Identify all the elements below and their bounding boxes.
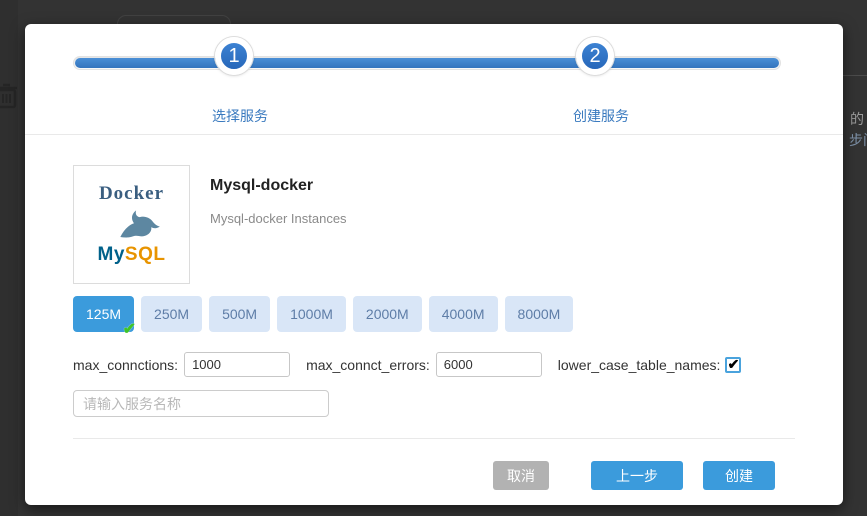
memory-option-250m[interactable]: 250M <box>141 296 203 332</box>
mysql-logo-sql: SQL <box>124 244 166 265</box>
checkbox-check-icon: ✔ <box>727 356 740 372</box>
memory-option-125m[interactable]: 125M ✔ <box>73 296 136 338</box>
service-row: Docker MySQL Mysql-docker Mysql-docker I… <box>73 165 795 284</box>
parameters-row: max_connctions: max_connct_errors: lower… <box>73 352 795 377</box>
memory-option-2000m[interactable]: 2000M <box>352 296 422 332</box>
max-connect-errors-label: max_connct_errors: <box>306 356 430 373</box>
step-wizard: 1 2 选择服务 创建服务 <box>25 24 843 134</box>
background-right-divider <box>841 75 867 76</box>
wizard-divider <box>25 134 843 135</box>
mysql-docker-logo: Docker MySQL <box>73 165 190 284</box>
background-right-text: 的 <box>850 111 864 127</box>
max-connections-label: max_connctions: <box>73 356 179 373</box>
wizard-step-1-label: 选择服务 <box>212 108 268 124</box>
service-subtitle: Mysql-docker Instances <box>210 211 347 226</box>
wizard-step-1-circle[interactable]: 1 <box>215 37 253 75</box>
background-right-link-text: 步间 <box>849 132 867 148</box>
wizard-progress-track <box>73 56 781 70</box>
max-connect-errors-input[interactable] <box>435 352 542 377</box>
lower-case-table-names-label: lower_case_table_names: <box>557 356 721 373</box>
mysql-dolphin-icon <box>116 207 162 246</box>
create-button[interactable]: 创建 <box>703 461 775 490</box>
mysql-logo-my: My <box>97 244 125 265</box>
memory-option-8000m[interactable]: 8000M <box>504 296 574 332</box>
docker-logo-text: Docker <box>98 183 165 204</box>
mysql-logo-text: MySQL <box>98 244 166 266</box>
trash-icon <box>0 83 19 114</box>
background-left-strip <box>0 0 18 516</box>
memory-options: 125M ✔ 250M 500M 1000M 2000M 4000M 8000M <box>73 296 795 338</box>
selected-check-icon: ✔ <box>122 321 137 338</box>
memory-option-500m[interactable]: 500M <box>209 296 271 332</box>
service-name-input[interactable] <box>73 390 329 417</box>
memory-option-label: 125M <box>86 306 122 322</box>
wizard-step-2-label: 创建服务 <box>573 108 629 124</box>
previous-step-button[interactable]: 上一步 <box>591 461 683 490</box>
wizard-step-2-circle[interactable]: 2 <box>576 37 614 75</box>
cancel-button[interactable]: 取消 <box>493 461 549 490</box>
max-connections-input[interactable] <box>184 352 291 377</box>
service-title: Mysql-docker <box>210 177 314 194</box>
memory-option-1000m[interactable]: 1000M <box>277 296 346 332</box>
wizard-progress-fill <box>75 58 779 68</box>
create-service-modal: 1 2 选择服务 创建服务 Docker MySQL Mysql-docker … <box>25 24 843 505</box>
memory-option-4000m[interactable]: 4000M <box>428 296 498 332</box>
modal-footer: 取消 上一步 创建 <box>25 439 843 490</box>
lower-case-table-names-checkbox[interactable]: ✔ <box>725 356 742 373</box>
